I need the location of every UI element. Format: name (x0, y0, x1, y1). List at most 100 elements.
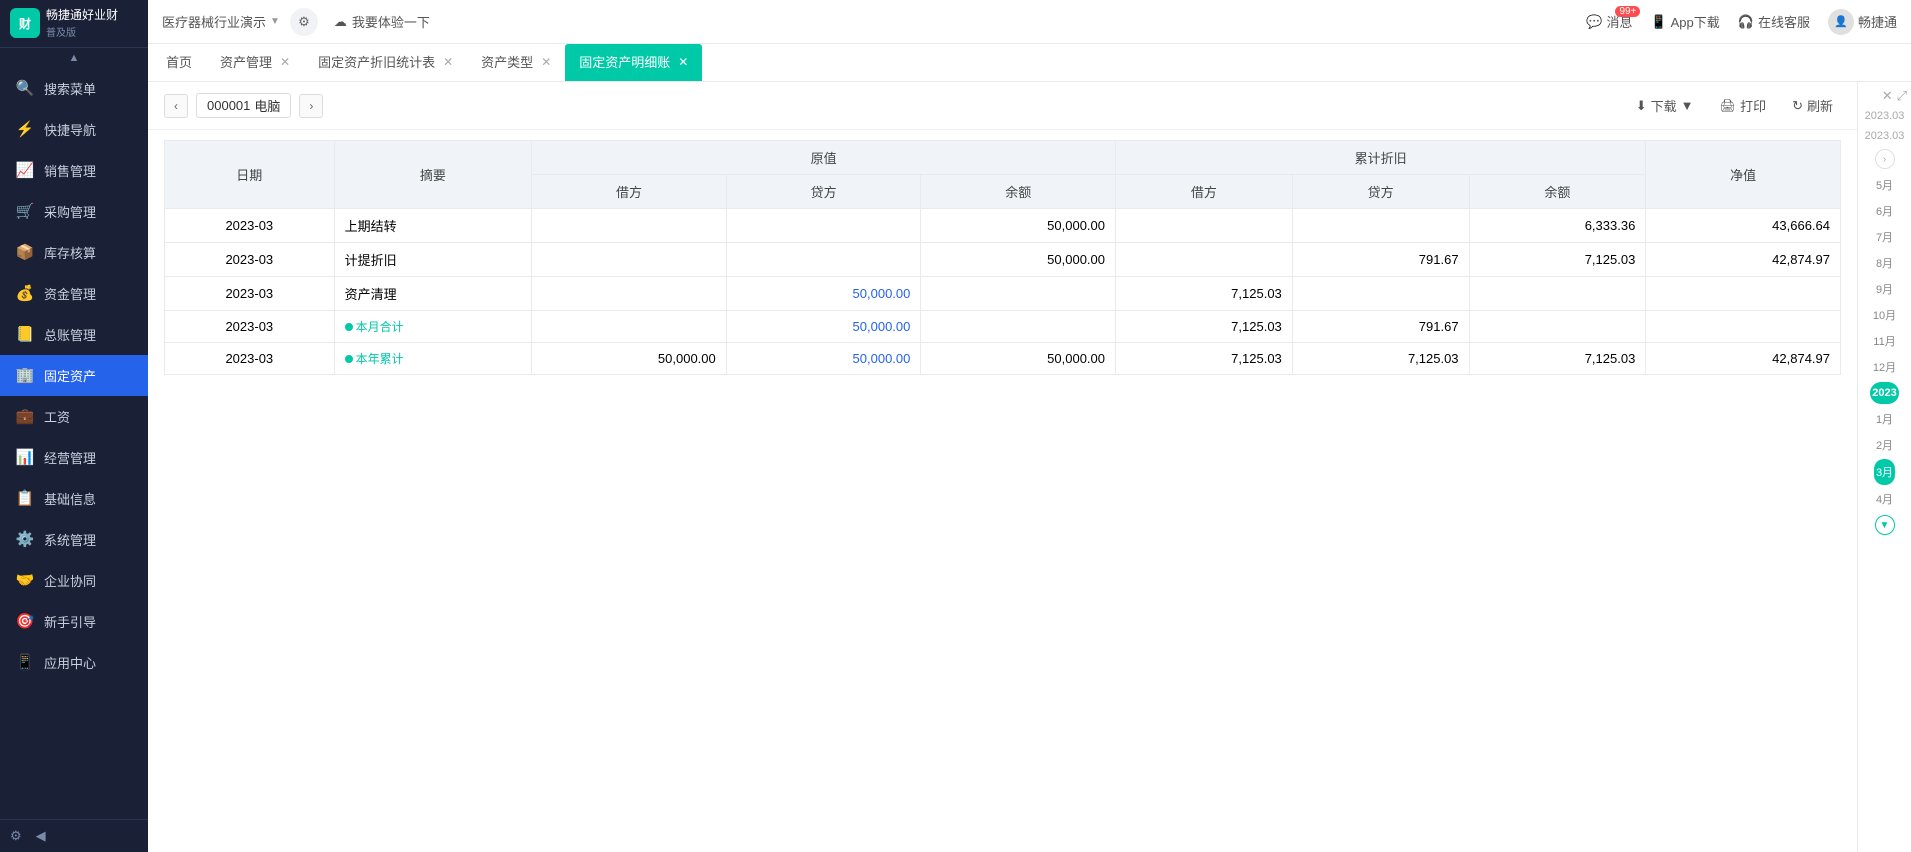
settings-footer-btn[interactable]: ⚙ (10, 828, 22, 844)
refresh-btn[interactable]: ↻ 刷新 (1784, 92, 1841, 119)
support-btn[interactable]: 🎧 在线客服 (1738, 12, 1810, 31)
collapse-footer-btn[interactable]: ◀ (36, 828, 46, 844)
sidebar-label-search: 搜索菜单 (44, 79, 96, 98)
cell-dep-credit: 7,125.03 (1292, 343, 1469, 375)
msg-icon: 💬 (1586, 14, 1602, 30)
page-content: ‹ 000001 电脑 › ⬇ 下载 ▼ 🖨 打印 (148, 82, 1857, 852)
sidebar-item-basicinfo[interactable]: 📋 基础信息 (0, 478, 148, 519)
timeline-month-3-active[interactable]: 3月 (1874, 459, 1895, 485)
cell-orig-credit: 50,000.00 (726, 343, 921, 375)
cell-orig-credit: 50,000.00 (726, 311, 921, 343)
sidebar-item-search[interactable]: 🔍 搜索菜单 (0, 68, 148, 109)
page-nav: ‹ 000001 电脑 › (164, 93, 323, 118)
msg-badge: 99+ (1615, 6, 1640, 17)
topbar: 医疗器械行业演示 ▼ ⚙ ☁ 我要体验一下 💬 消息 99+ 📱 App下载 🎧… (148, 0, 1911, 44)
tab-depreciation-close[interactable]: ✕ (443, 55, 453, 69)
sidebar-item-operation[interactable]: 📊 经营管理 (0, 437, 148, 478)
tab-asset-type[interactable]: 资产类型 ✕ (467, 44, 565, 81)
cell-date: 2023-03 (165, 343, 335, 375)
sidebar-icon-sales: 📈 (16, 161, 34, 179)
sidebar-item-appstore[interactable]: 📱 应用中心 (0, 642, 148, 683)
msg-btn[interactable]: 💬 消息 99+ (1586, 12, 1632, 31)
cell-dep-balance: 7,125.03 (1469, 243, 1646, 277)
sidebar-label-appstore: 应用中心 (44, 653, 96, 672)
timeline-month-4[interactable]: 4月 (1858, 486, 1911, 512)
tab-asset-type-close[interactable]: ✕ (541, 55, 551, 69)
tab-asset-detail[interactable]: 固定资产明细账 ✕ (565, 44, 702, 81)
timeline-panel: ✕ ⤢ 2023.03 2023.03 › 5月 6月 7月 8月 9月 10月… (1857, 82, 1911, 852)
sidebar-icon-collab: 🤝 (16, 571, 34, 589)
cell-dep-credit: 791.67 (1292, 243, 1469, 277)
support-label: 在线客服 (1758, 12, 1810, 31)
sidebar-label-inventory: 库存核算 (44, 243, 96, 262)
sidebar-item-guide[interactable]: 🎯 新手引导 (0, 601, 148, 642)
sidebar-item-collab[interactable]: 🤝 企业协同 (0, 560, 148, 601)
cell-summary: 本月合计 (334, 311, 532, 343)
asset-detail-table: 日期 摘要 原值 累计折旧 净值 借方 贷方 余额 借方 贷方 余额 (164, 140, 1841, 375)
logo-icon: 财 (10, 8, 40, 38)
timeline-year-2023[interactable]: 2023 (1870, 382, 1898, 404)
print-icon: 🖨 (1720, 98, 1737, 114)
sidebar-item-system[interactable]: ⚙️ 系统管理 (0, 519, 148, 560)
th-date: 日期 (165, 141, 335, 209)
sidebar-item-purchase[interactable]: 🛒 采购管理 (0, 191, 148, 232)
sidebar-scroll-up[interactable]: ▲ (0, 48, 148, 68)
company-selector[interactable]: 医疗器械行业演示 ▼ (162, 12, 280, 31)
cell-summary: 计提折旧 (334, 243, 532, 277)
experience-btn[interactable]: ☁ 我要体验一下 (334, 12, 430, 31)
timeline-month-10[interactable]: 10月 (1858, 302, 1911, 328)
app-download-btn[interactable]: 📱 App下载 (1650, 12, 1719, 31)
timeline-month-11[interactable]: 11月 (1858, 328, 1911, 354)
sidebar-logo: 财 畅捷通好业财 普及版 (0, 0, 148, 48)
sidebar-icon-salary: 💼 (16, 407, 34, 425)
sidebar-item-fund[interactable]: 💰 资金管理 (0, 273, 148, 314)
company-name: 医疗器械行业演示 (162, 12, 266, 31)
sidebar-item-sales[interactable]: 📈 销售管理 (0, 150, 148, 191)
cell-date: 2023-03 (165, 243, 335, 277)
th-orig-credit: 贷方 (726, 175, 921, 209)
tab-asset-mgmt-close[interactable]: ✕ (280, 55, 290, 69)
timeline-month-1[interactable]: 1月 (1858, 406, 1911, 432)
sidebar: 财 畅捷通好业财 普及版 ▲ 🔍 搜索菜单 ⚡ 快捷导航 📈 销售管理 🛒 采购… (0, 0, 148, 852)
timeline-month-6[interactable]: 6月 (1858, 198, 1911, 224)
prev-asset-btn[interactable]: ‹ (164, 94, 188, 118)
cell-orig-debit (532, 243, 727, 277)
sidebar-icon-fund: 💰 (16, 284, 34, 302)
timeline-expand-bottom[interactable]: ▼ (1875, 515, 1895, 535)
tab-home[interactable]: 首页 (152, 44, 206, 81)
timeline-month-7[interactable]: 7月 (1858, 224, 1911, 250)
sidebar-item-inventory[interactable]: 📦 库存核算 (0, 232, 148, 273)
timeline-month-12[interactable]: 12月 (1858, 354, 1911, 380)
timeline-expand[interactable]: › (1875, 149, 1895, 169)
topbar-right: 💬 消息 99+ 📱 App下载 🎧 在线客服 👤 畅捷通 (1586, 9, 1897, 35)
timeline-month-9[interactable]: 9月 (1858, 276, 1911, 302)
user-btn[interactable]: 👤 畅捷通 (1828, 9, 1897, 35)
cell-dep-debit (1116, 209, 1293, 243)
cell-net-value (1646, 277, 1841, 311)
cell-dep-credit (1292, 209, 1469, 243)
sidebar-item-fixed[interactable]: 🏢 固定资产 (0, 355, 148, 396)
timeline-month-2[interactable]: 2月 (1858, 432, 1911, 458)
print-btn[interactable]: 🖨 打印 (1712, 92, 1775, 119)
tab-asset-detail-label: 固定资产明细账 (579, 52, 670, 71)
topbar-settings-btn[interactable]: ⚙ (290, 8, 318, 36)
tab-asset-mgmt[interactable]: 资产管理 ✕ (206, 44, 304, 81)
timeline-month-5[interactable]: 5月 (1858, 172, 1911, 198)
timeline-month-8[interactable]: 8月 (1858, 250, 1911, 276)
panel-expand-btn[interactable]: ⤢ (1897, 88, 1907, 104)
download-btn[interactable]: ⬇ 下载 ▼ (1628, 92, 1702, 119)
user-name: 畅捷通 (1858, 12, 1897, 31)
panel-close-btn[interactable]: ✕ (1882, 88, 1893, 104)
tab-asset-detail-close[interactable]: ✕ (678, 55, 688, 69)
sidebar-item-quicknav[interactable]: ⚡ 快捷导航 (0, 109, 148, 150)
sidebar-item-salary[interactable]: 💼 工资 (0, 396, 148, 437)
next-asset-btn[interactable]: › (299, 94, 323, 118)
th-dep-balance: 余额 (1469, 175, 1646, 209)
tab-depreciation[interactable]: 固定资产折旧统计表 ✕ (304, 44, 467, 81)
logo-text-block: 畅捷通好业财 普及版 (46, 8, 118, 39)
sidebar-icon-search: 🔍 (16, 79, 34, 97)
sidebar-item-general[interactable]: 📒 总账管理 (0, 314, 148, 355)
th-orig-balance: 余额 (921, 175, 1116, 209)
cell-net-value: 43,666.64 (1646, 209, 1841, 243)
page-toolbar: ‹ 000001 电脑 › ⬇ 下载 ▼ 🖨 打印 (148, 82, 1857, 130)
